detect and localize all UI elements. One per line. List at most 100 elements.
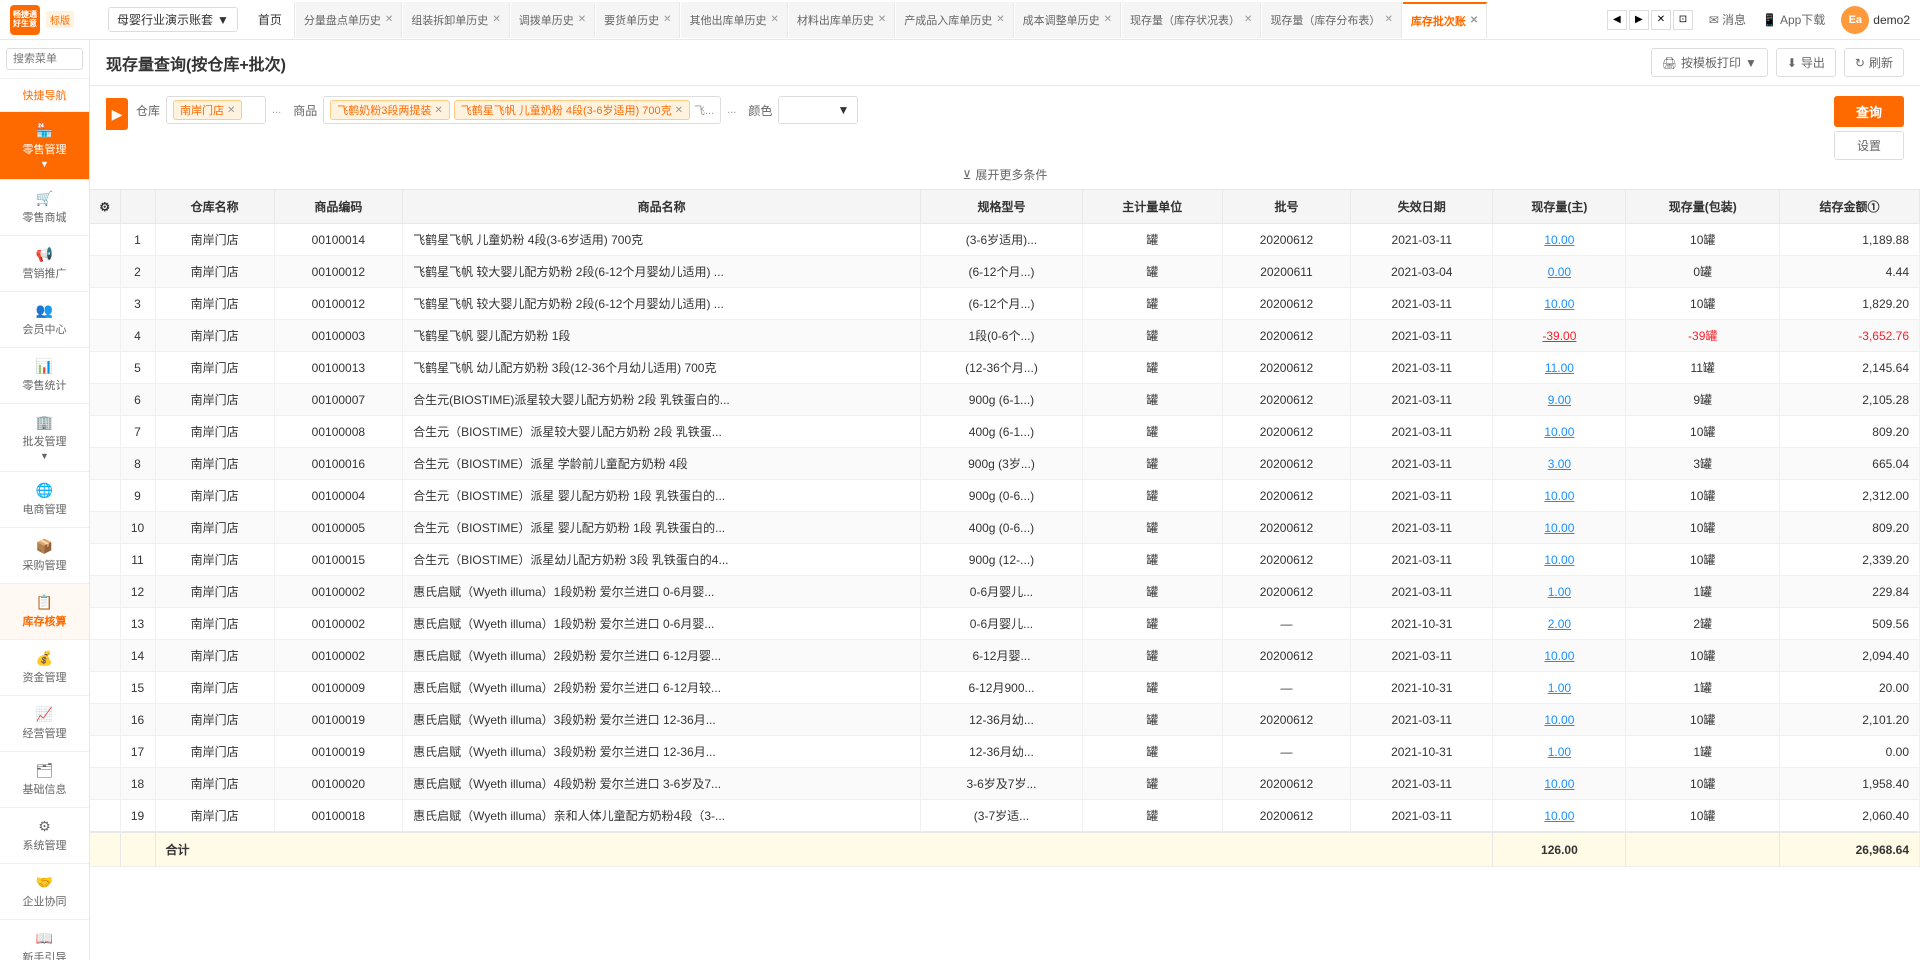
- row-unit: 罐: [1082, 320, 1222, 352]
- expand-more-conditions[interactable]: ⊻ 展开更多条件: [106, 166, 1904, 183]
- user-avatar[interactable]: Ea demo2: [1841, 6, 1910, 34]
- tab-next-button[interactable]: ▶: [1629, 10, 1649, 30]
- tab-close-button[interactable]: ✕: [1651, 10, 1671, 30]
- close-icon[interactable]: ✕: [1470, 15, 1478, 26]
- sidebar-item-purchase[interactable]: 📦 采购管理: [0, 528, 89, 584]
- row-qty-main[interactable]: 1.00: [1493, 576, 1626, 608]
- row-qty-main[interactable]: 10.00: [1493, 416, 1626, 448]
- close-icon[interactable]: ✕: [878, 14, 886, 25]
- close-icon[interactable]: ✕: [770, 14, 778, 25]
- sidebar-item-members[interactable]: 👥 会员中心: [0, 292, 89, 348]
- sidebar-item-operations[interactable]: 📈 经营管理: [0, 696, 89, 752]
- nav-tab-2[interactable]: 组装拆卸单历史✕: [403, 2, 509, 38]
- nav-tab-1[interactable]: 分量盘点单历史✕: [296, 2, 402, 38]
- nav-tab-4[interactable]: 要货单历史✕: [596, 2, 680, 38]
- sidebar-item-ecommerce[interactable]: 🌐 电商管理: [0, 472, 89, 528]
- nav-tab-10[interactable]: 现存量（库存分布表）✕: [1262, 2, 1401, 38]
- row-qty-main[interactable]: -39.00: [1493, 320, 1626, 352]
- row-warehouse: 南岸门店: [155, 704, 274, 736]
- row-qty-main[interactable]: 3.00: [1493, 448, 1626, 480]
- row-batch: 20200612: [1222, 224, 1350, 256]
- row-qty-main[interactable]: 1.00: [1493, 672, 1626, 704]
- sidebar-item-enterprise[interactable]: 🤝 企业协同: [0, 864, 89, 920]
- close-icon[interactable]: ✕: [996, 14, 1004, 25]
- sidebar-item-finance[interactable]: 💰 资金管理: [0, 640, 89, 696]
- close-icon[interactable]: ✕: [1244, 14, 1252, 25]
- close-icon[interactable]: ✕: [1104, 14, 1112, 25]
- total-qty: 126.00: [1493, 832, 1626, 867]
- row-name: 飞鹤星飞帆 幼儿配方奶粉 3段(12-36个月幼儿适用) 700克: [403, 352, 921, 384]
- refresh-icon: ↻: [1855, 56, 1865, 70]
- sidebar-item-retail-stats[interactable]: 📊 零售统计: [0, 348, 89, 404]
- row-qty-main[interactable]: 10.00: [1493, 480, 1626, 512]
- row-qty-main[interactable]: 2.00: [1493, 608, 1626, 640]
- row-qty-main[interactable]: 9.00: [1493, 384, 1626, 416]
- query-button[interactable]: 查询: [1834, 96, 1904, 127]
- tab-expand-button[interactable]: ⊡: [1673, 10, 1693, 30]
- row-qty-main[interactable]: 10.00: [1493, 512, 1626, 544]
- close-icon[interactable]: ✕: [1384, 14, 1392, 25]
- sidebar-item-guide[interactable]: 📖 新手引导: [0, 920, 89, 960]
- row-settings-cell: [90, 480, 120, 512]
- close-icon[interactable]: ✕: [578, 14, 586, 25]
- messages-link[interactable]: ✉ 消息: [1709, 11, 1746, 28]
- nav-tab-7[interactable]: 产成品入库单历史✕: [896, 2, 1013, 38]
- nav-tab-8[interactable]: 成本调整单历史✕: [1015, 2, 1121, 38]
- sidebar-item-basic-info[interactable]: 🗂 基础信息: [0, 752, 89, 808]
- warehouse-more[interactable]: ...: [272, 104, 281, 116]
- product-more[interactable]: ...: [727, 104, 736, 116]
- sidebar-item-retail-mgmt[interactable]: 🏪 零售管理 ▼: [0, 112, 89, 180]
- workspace-dropdown[interactable]: 母婴行业演示账套 ▼: [108, 7, 238, 32]
- product-tag-2: 飞鹤星飞帆 儿童奶粉 4段(3-6岁适用) 700克 ✕: [454, 100, 690, 120]
- inventory-icon: 📋: [36, 594, 53, 611]
- row-qty-main[interactable]: 10.00: [1493, 224, 1626, 256]
- row-amount: 20.00: [1780, 672, 1920, 704]
- nav-tab-5[interactable]: 其他出库单历史✕: [681, 2, 787, 38]
- page-header: 现存量查询(按仓库+批次) 🖨 按模板打印 ▼ ⬇ 导出 ↻ 刷新: [90, 40, 1920, 86]
- sidebar-item-wholesale[interactable]: 🏢 批发管理 ▼: [0, 404, 89, 472]
- expand-panel-button[interactable]: ▶: [106, 98, 128, 130]
- app-download-link[interactable]: 📱 App下载: [1762, 11, 1825, 28]
- row-qty-main[interactable]: 10.00: [1493, 800, 1626, 833]
- close-icon[interactable]: ✕: [492, 14, 500, 25]
- nav-tab-home[interactable]: 首页: [246, 2, 295, 38]
- col-settings[interactable]: ⚙: [90, 190, 120, 224]
- row-amount: -3,652.76: [1780, 320, 1920, 352]
- export-button[interactable]: ⬇ 导出: [1776, 48, 1836, 77]
- row-qty-main[interactable]: 10.00: [1493, 544, 1626, 576]
- sidebar-item-system[interactable]: ⚙ 系统管理: [0, 808, 89, 864]
- sidebar-item-inventory[interactable]: 📋 库存核算: [0, 584, 89, 640]
- tab-prev-button[interactable]: ◀: [1607, 10, 1627, 30]
- close-icon[interactable]: ✕: [663, 14, 671, 25]
- quick-nav[interactable]: 快捷导航: [0, 79, 89, 112]
- tag-remove-icon[interactable]: ✕: [675, 105, 683, 116]
- nav-tab-6[interactable]: 材料出库单历史✕: [789, 2, 895, 38]
- tag-remove-icon[interactable]: ✕: [434, 105, 442, 116]
- sidebar-item-retail-shop[interactable]: 🛒 零售商城: [0, 180, 89, 236]
- nav-tab-9[interactable]: 现存量（库存状况表）✕: [1122, 2, 1261, 38]
- nav-tab-3[interactable]: 调拨单历史✕: [511, 2, 595, 38]
- row-expire: 2021-03-11: [1351, 384, 1493, 416]
- product-tag-group[interactable]: 飞鹤奶粉3段两提装 ✕ 飞鹤星飞帆 儿童奶粉 4段(3-6岁适用) 700克 ✕…: [323, 96, 721, 124]
- row-qty-main[interactable]: 10.00: [1493, 768, 1626, 800]
- tag-remove-icon[interactable]: ✕: [227, 105, 235, 116]
- color-select[interactable]: ▼: [778, 96, 858, 124]
- search-menu-input[interactable]: [6, 48, 83, 70]
- sidebar-item-marketing[interactable]: 📢 营销推广: [0, 236, 89, 292]
- row-qty-main[interactable]: 11.00: [1493, 352, 1626, 384]
- warehouse-tag-group[interactable]: 南岸门店 ✕: [166, 96, 266, 124]
- row-qty-main[interactable]: 10.00: [1493, 640, 1626, 672]
- settings-button[interactable]: 设置: [1834, 131, 1904, 160]
- row-qty-main[interactable]: 10.00: [1493, 704, 1626, 736]
- close-icon[interactable]: ✕: [385, 14, 393, 25]
- row-name: 飞鹤星飞帆 较大婴儿配方奶粉 2段(6-12个月婴幼儿适用) ...: [403, 288, 921, 320]
- refresh-button[interactable]: ↻ 刷新: [1844, 48, 1904, 77]
- row-qty-main[interactable]: 10.00: [1493, 288, 1626, 320]
- row-qty-main[interactable]: 0.00: [1493, 256, 1626, 288]
- row-settings-cell: [90, 704, 120, 736]
- nav-tab-active[interactable]: 库存批次账✕: [1403, 2, 1487, 38]
- print-button[interactable]: 🖨 按模板打印 ▼: [1651, 48, 1768, 77]
- print-icon: 🖨: [1662, 56, 1677, 70]
- logo-sub: 标版: [46, 11, 74, 28]
- row-qty-main[interactable]: 1.00: [1493, 736, 1626, 768]
